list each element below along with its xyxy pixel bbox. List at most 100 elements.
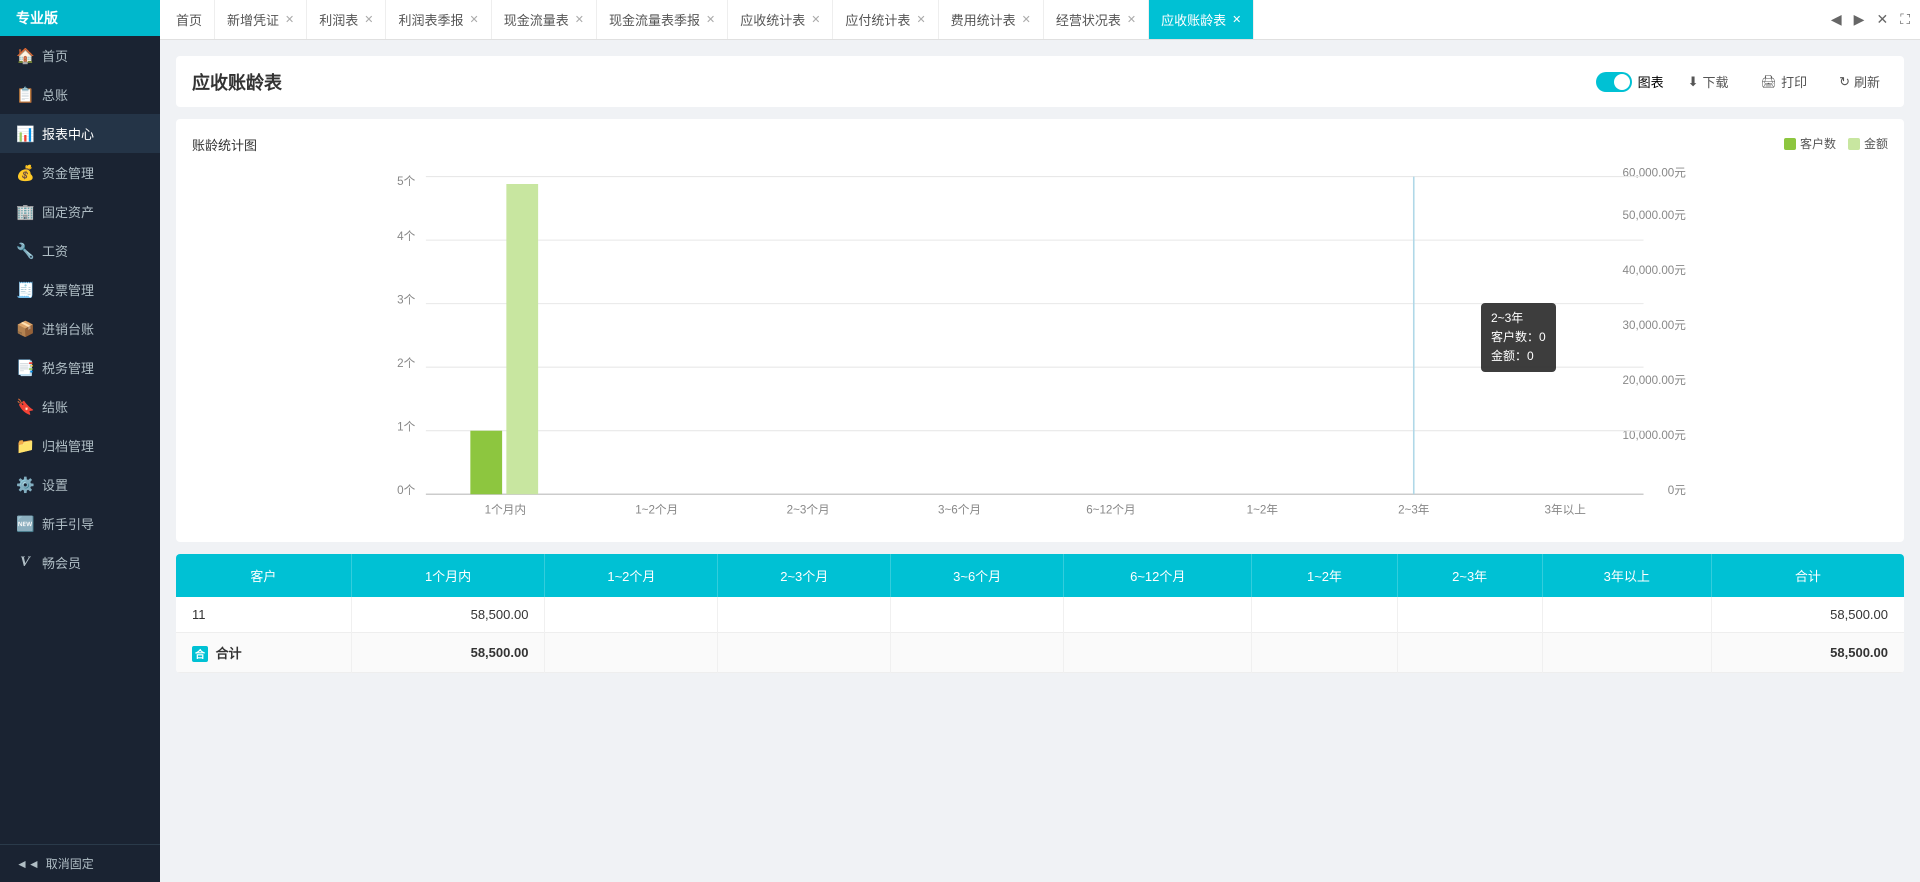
sidebar-item-purchase[interactable]: 📦 进销台账 [0,309,160,348]
col-m3: 2~3个月 [718,554,891,597]
cell-m6 [891,597,1064,633]
tab-cashflow[interactable]: 现金流量表 ✕ [492,0,597,40]
cell-customer: 11 [176,597,351,633]
tab-close-payable-stat[interactable]: ✕ [916,13,925,26]
sidebar-item-settings[interactable]: ⚙️ 设置 [0,465,160,504]
svg-text:5个: 5个 [397,175,415,188]
tab-prev-btn[interactable]: ◀ [1825,0,1848,40]
col-y2: 1~2年 [1252,554,1397,597]
total-y3 [1397,633,1542,673]
tab-close-all-btn[interactable]: ✕ [1870,0,1894,40]
svg-text:1个月内: 1个月内 [485,502,526,516]
sidebar-item-label: 结账 [42,397,68,416]
total-m6 [891,633,1064,673]
tab-close-aging[interactable]: ✕ [1232,13,1241,26]
tab-close-voucher[interactable]: ✕ [285,13,294,26]
sidebar-item-member[interactable]: V 畅会员 [0,543,160,582]
tab-close-business-stat[interactable]: ✕ [1127,13,1136,26]
svg-text:20,000.00元: 20,000.00元 [1623,374,1687,387]
total-label: 合 合计 [176,633,351,673]
chart-container: 账龄统计图 客户数 金额 0个 1个 2个 3个 4个 [176,119,1904,542]
cell-m2 [545,597,718,633]
col-m6: 3~6个月 [891,554,1064,597]
chart-legend: 客户数 金额 [1784,135,1888,152]
refresh-btn[interactable]: ↻ 刷新 [1831,68,1888,95]
sidebar-item-label: 报表中心 [42,124,94,143]
tab-next-btn[interactable]: ▶ [1848,0,1871,40]
svg-text:60,000.00元: 60,000.00元 [1623,167,1687,180]
sidebar-item-salary[interactable]: 🔧 工资 [0,231,160,270]
sidebar-item-label: 归档管理 [42,436,94,455]
sidebar-item-home[interactable]: 🏠 首页 [0,36,160,75]
sidebar-item-ledger[interactable]: 📋 总账 [0,75,160,114]
tab-voucher[interactable]: 新增凭证 ✕ [215,0,307,40]
sidebar-item-label: 首页 [42,46,68,65]
tab-expense-stat[interactable]: 费用统计表 ✕ [939,0,1044,40]
sidebar-toggle-pin[interactable]: ◄◄ 取消固定 [0,844,160,882]
tab-close-cashflow[interactable]: ✕ [575,13,584,26]
total-m1: 58,500.00 [351,633,545,673]
svg-text:2~3个月: 2~3个月 [787,503,830,516]
col-m2: 1~2个月 [545,554,718,597]
chart-toggle-wrap: 图表 [1596,72,1664,92]
sidebar-item-archive[interactable]: 📁 归档管理 [0,426,160,465]
member-icon: V [16,554,34,571]
sidebar-item-invoice[interactable]: 🧾 发票管理 [0,270,160,309]
tab-cashflow-quarter[interactable]: 现金流量表季报 ✕ [597,0,728,40]
home-icon: 🏠 [16,47,34,65]
sidebar-item-label: 资金管理 [42,163,94,182]
sidebar-item-label: 进销台账 [42,319,94,338]
svg-text:4个: 4个 [397,230,415,243]
total-y2 [1252,633,1397,673]
chart-title: 账龄统计图 [192,135,1888,154]
sidebar-item-fund[interactable]: 💰 资金管理 [0,153,160,192]
sidebar-item-label: 税务管理 [42,358,94,377]
header-actions: 图表 ⬇ 下载 🖨 打印 ↻ 刷新 [1596,68,1888,95]
sidebar-item-fixed[interactable]: 🏢 固定资产 [0,192,160,231]
tax-icon: 📑 [16,359,34,377]
purchase-icon: 📦 [16,320,34,338]
tab-home[interactable]: 首页 [164,0,215,40]
tab-fullscreen-btn[interactable]: ⛶ [1894,0,1916,40]
total-m3 [718,633,891,673]
svg-text:40,000.00元: 40,000.00元 [1623,264,1687,277]
tab-profit-quarter[interactable]: 利润表季报 ✕ [386,0,491,40]
tab-close-profit[interactable]: ✕ [364,13,373,26]
col-y3: 2~3年 [1397,554,1542,597]
tab-profit[interactable]: 利润表 ✕ [307,0,386,40]
tab-close-profit-quarter[interactable]: ✕ [470,13,479,26]
tab-payable-stat[interactable]: 应付统计表 ✕ [833,0,938,40]
legend-amount-dot [1848,138,1860,150]
svg-text:3个: 3个 [397,294,415,307]
guide-icon: 🆕 [16,515,34,533]
col-total: 合计 [1711,554,1904,597]
svg-text:0个: 0个 [397,484,415,497]
sidebar-item-checkout[interactable]: 🔖 结账 [0,387,160,426]
table-container: 客户 1个月内 1~2个月 2~3个月 3~6个月 6~12个月 1~2年 2~… [176,554,1904,673]
print-btn[interactable]: 🖨 打印 [1753,68,1816,95]
sidebar-item-report[interactable]: 📊 报表中心 [0,114,160,153]
sidebar-item-label: 发票管理 [42,280,94,299]
sidebar-item-tax[interactable]: 📑 税务管理 [0,348,160,387]
download-btn[interactable]: ⬇ 下载 [1680,68,1737,95]
tab-business-stat[interactable]: 经营状况表 ✕ [1044,0,1149,40]
tab-aging[interactable]: 应收账龄表 ✕ [1149,0,1254,40]
sidebar-item-label: 固定资产 [42,202,94,221]
sidebar-item-label: 总账 [42,85,68,104]
sidebar-item-label: 新手引导 [42,514,94,533]
chart-toggle[interactable] [1596,72,1632,92]
sidebar-item-guide[interactable]: 🆕 新手引导 [0,504,160,543]
chart-toggle-label: 图表 [1638,72,1664,91]
tab-close-cashflow-quarter[interactable]: ✕ [706,13,715,26]
sidebar-item-label: 畅会员 [42,553,81,572]
tab-receivable-stat[interactable]: 应收统计表 ✕ [728,0,833,40]
total-m2 [545,633,718,673]
total-icon: 合 [192,646,208,662]
fixed-icon: 🏢 [16,203,34,221]
legend-amount-label: 金额 [1864,135,1888,152]
download-icon: ⬇ [1688,74,1699,90]
sidebar-item-label: 设置 [42,475,68,494]
tab-close-expense-stat[interactable]: ✕ [1022,13,1031,26]
tab-close-receivable-stat[interactable]: ✕ [811,13,820,26]
col-y3plus: 3年以上 [1542,554,1711,597]
